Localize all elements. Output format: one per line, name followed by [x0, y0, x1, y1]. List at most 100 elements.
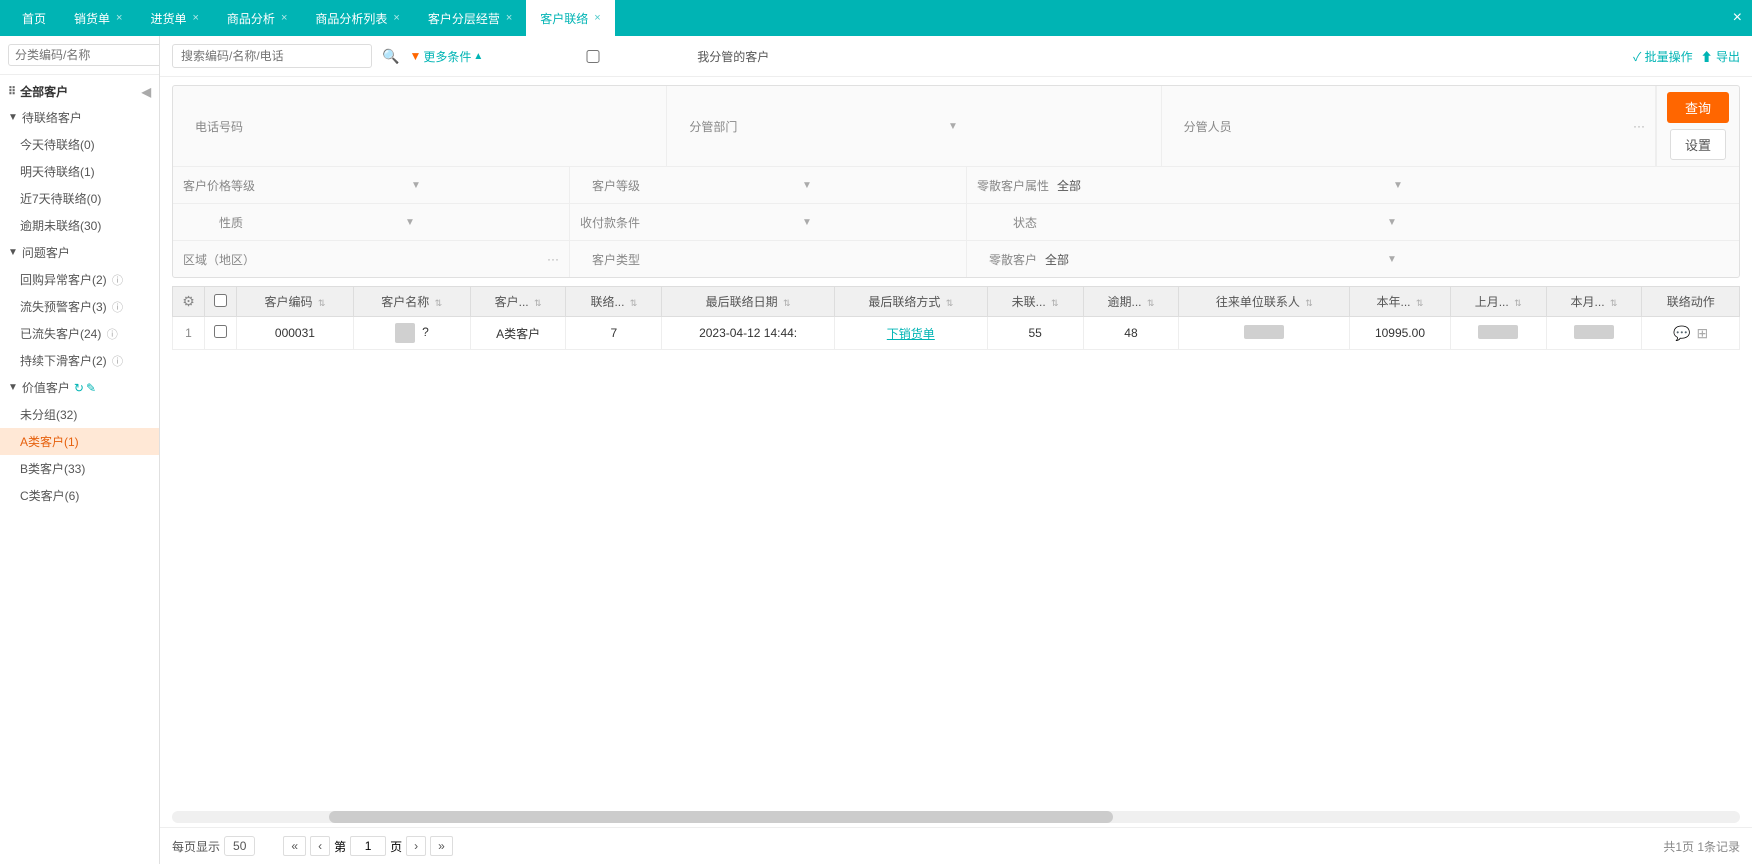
col-contacts-sort[interactable]: ⇅	[1305, 298, 1313, 308]
sidebar-item-ungrouped[interactable]: 未分组(32)	[0, 401, 159, 428]
customer-grade-select[interactable]: ▼	[648, 180, 956, 191]
col-this-month-sort[interactable]: ⇅	[1610, 298, 1618, 308]
table-wrapper: ⚙ 客户编码 ⇅ 客户名称 ⇅	[172, 286, 1740, 811]
col-last-contact-method-sort[interactable]: ⇅	[946, 298, 954, 308]
horizontal-scrollbar[interactable]	[172, 811, 1740, 823]
col-last-contact-date-sort[interactable]: ⇅	[783, 298, 791, 308]
col-this-year-sort[interactable]: ⇅	[1416, 298, 1424, 308]
nav-product-analysis-list[interactable]: 商品分析列表 ×	[301, 0, 413, 36]
col-customer-name-sort[interactable]: ⇅	[435, 298, 443, 308]
nav-customer-contact[interactable]: 客户联络 ×	[526, 0, 614, 36]
col-contact-count-sort[interactable]: ⇅	[630, 298, 638, 308]
page-size-label: 每页显示	[172, 838, 220, 855]
filter-bar: 🔍 ▼ 更多条件 ▲ 我分管的客户 ✓ 批量操作 ⬆ 导出	[160, 36, 1752, 77]
row-this-month	[1546, 317, 1642, 350]
scatter-select[interactable]: 全部 ▼	[1045, 251, 1729, 268]
export-btn[interactable]: ⬆ 导出	[1701, 48, 1740, 65]
region-label: 区域（地区）	[183, 251, 255, 268]
sidebar-item-class-a[interactable]: A类客户(1)	[0, 428, 159, 455]
region-more-btn[interactable]: ···	[547, 252, 559, 266]
value-refresh-icon[interactable]: ↻	[74, 381, 84, 395]
search-input[interactable]	[172, 44, 372, 68]
row-checkbox[interactable]	[214, 325, 227, 338]
col-checkbox	[205, 287, 237, 317]
nav-purchase-order-close[interactable]: ×	[192, 12, 198, 24]
col-overdue-sort[interactable]: ⇅	[1147, 298, 1155, 308]
filter-payment: 收付款条件 ▼	[570, 204, 967, 240]
my-customers-filter[interactable]: 我分管的客户	[493, 48, 769, 65]
sidebar-group-value[interactable]: ▼ 价值客户 ↻ ✎	[0, 374, 159, 401]
sidebar-collapse-icon[interactable]: ◀	[142, 85, 151, 99]
col-customer-name: 客户名称 ⇅	[353, 287, 470, 317]
nav-customer-contact-close[interactable]: ×	[594, 12, 600, 24]
info-icon-3: ⓘ	[112, 356, 123, 368]
prev-page-btn[interactable]: ‹	[310, 836, 330, 856]
my-customers-checkbox[interactable]	[493, 50, 693, 63]
sidebar-item-churned[interactable]: 已流失客户(24) ⓘ	[0, 320, 159, 347]
col-contact-count: 联络... ⇅	[566, 287, 662, 317]
price-grade-select[interactable]: ▼	[263, 180, 559, 191]
customer-grade-arrow: ▼	[802, 180, 956, 191]
sidebar-group-problem[interactable]: ▼ 问题客户	[0, 239, 159, 266]
close-all-tabs[interactable]: ×	[1733, 9, 1742, 27]
col-last-month-sort[interactable]: ⇅	[1514, 298, 1522, 308]
sidebar-item-today-pending[interactable]: 今天待联络(0)	[0, 131, 159, 158]
status-select[interactable]: ▼	[1045, 217, 1729, 228]
nav-customer-segment[interactable]: 客户分层经营 ×	[414, 0, 526, 36]
col-this-year-label: 本年...	[1377, 295, 1411, 309]
manager-more-btn[interactable]: ···	[1633, 119, 1645, 133]
action-qr-icon[interactable]: ⊞	[1697, 325, 1709, 342]
phone-input[interactable]	[251, 119, 656, 133]
more-filters-btn[interactable]: ▼ 更多条件 ▲	[409, 48, 483, 65]
sidebar-item-churn-warning[interactable]: 流失预警客户(3) ⓘ	[0, 293, 159, 320]
nav-customer-segment-close[interactable]: ×	[506, 12, 512, 24]
search-button[interactable]: 查询	[1667, 92, 1729, 123]
nature-select[interactable]: ▼	[251, 217, 559, 228]
filter-search-icon[interactable]: 🔍	[382, 48, 399, 65]
scrollbar-thumb[interactable]	[329, 811, 1113, 823]
col-last-contact-method: 最后联络方式 ⇅	[834, 287, 987, 317]
nav-product-analysis-list-close[interactable]: ×	[393, 12, 399, 24]
sidebar-item-tomorrow-pending[interactable]: 明天待联络(1)	[0, 158, 159, 185]
settings-button[interactable]: 设置	[1670, 129, 1726, 160]
dept-select[interactable]: ▼	[745, 121, 1150, 132]
payment-select[interactable]: ▼	[648, 217, 956, 228]
total-info: 共1页 1条记录	[1663, 838, 1740, 855]
nav-sales-order-close[interactable]: ×	[116, 12, 122, 24]
nav-product-analysis-close[interactable]: ×	[281, 12, 287, 24]
next-page-btn[interactable]: ›	[406, 836, 426, 856]
col-uncontacted-sort[interactable]: ⇅	[1051, 298, 1059, 308]
sidebar-item-7days-pending[interactable]: 近7天待联络(0)	[0, 185, 159, 212]
table-gear-icon[interactable]: ⚙	[182, 293, 195, 309]
nav-purchase-order[interactable]: 进货单 ×	[136, 0, 212, 36]
scatter-attr-select[interactable]: 全部 ▼	[1057, 177, 1729, 194]
pending-arrow: ▼	[8, 112, 18, 123]
sidebar-item-class-b[interactable]: B类客户(33)	[0, 455, 159, 482]
page-input[interactable]	[350, 836, 386, 856]
nav-product-analysis[interactable]: 商品分析 ×	[213, 0, 301, 36]
row-last-contact-date: 2023-04-12 14:44:	[662, 317, 835, 350]
filter-scatter: 零散客户 全部 ▼	[967, 241, 1739, 277]
batch-ops-btn[interactable]: ✓ 批量操作	[1633, 48, 1693, 65]
col-contact-action: 联络动作	[1642, 287, 1740, 317]
sidebar-item-repurchase-abnormal[interactable]: 回购异常客户(2) ⓘ	[0, 266, 159, 293]
filter-scatter-attr: 零散客户属性 全部 ▼	[967, 167, 1739, 203]
nav-home[interactable]: 首页	[8, 0, 60, 36]
sidebar-item-class-c[interactable]: C类客户(6)	[0, 482, 159, 509]
sidebar-item-overdue-pending[interactable]: 逾期未联络(30)	[0, 212, 159, 239]
page-size-value[interactable]: 50	[224, 836, 255, 856]
last-page-btn[interactable]: »	[430, 836, 453, 856]
value-edit-icon[interactable]: ✎	[86, 381, 96, 395]
sidebar-group-pending[interactable]: ▼ 待联络客户	[0, 104, 159, 131]
sidebar-item-declining[interactable]: 持续下滑客户(2) ⓘ	[0, 347, 159, 374]
col-customer-type-label: 客户...	[495, 295, 529, 309]
filter-status: 状态 ▼	[967, 204, 1739, 240]
nav-sales-order[interactable]: 销货单 ×	[60, 0, 136, 36]
col-customer-type-sort[interactable]: ⇅	[534, 298, 542, 308]
customer-grade-label: 客户等级	[580, 177, 640, 194]
col-customer-code-sort[interactable]: ⇅	[318, 298, 326, 308]
action-chat-icon[interactable]: 💬	[1673, 325, 1690, 342]
select-all-checkbox[interactable]	[214, 294, 227, 307]
sidebar-search-input[interactable]	[8, 44, 160, 66]
first-page-btn[interactable]: «	[283, 836, 306, 856]
